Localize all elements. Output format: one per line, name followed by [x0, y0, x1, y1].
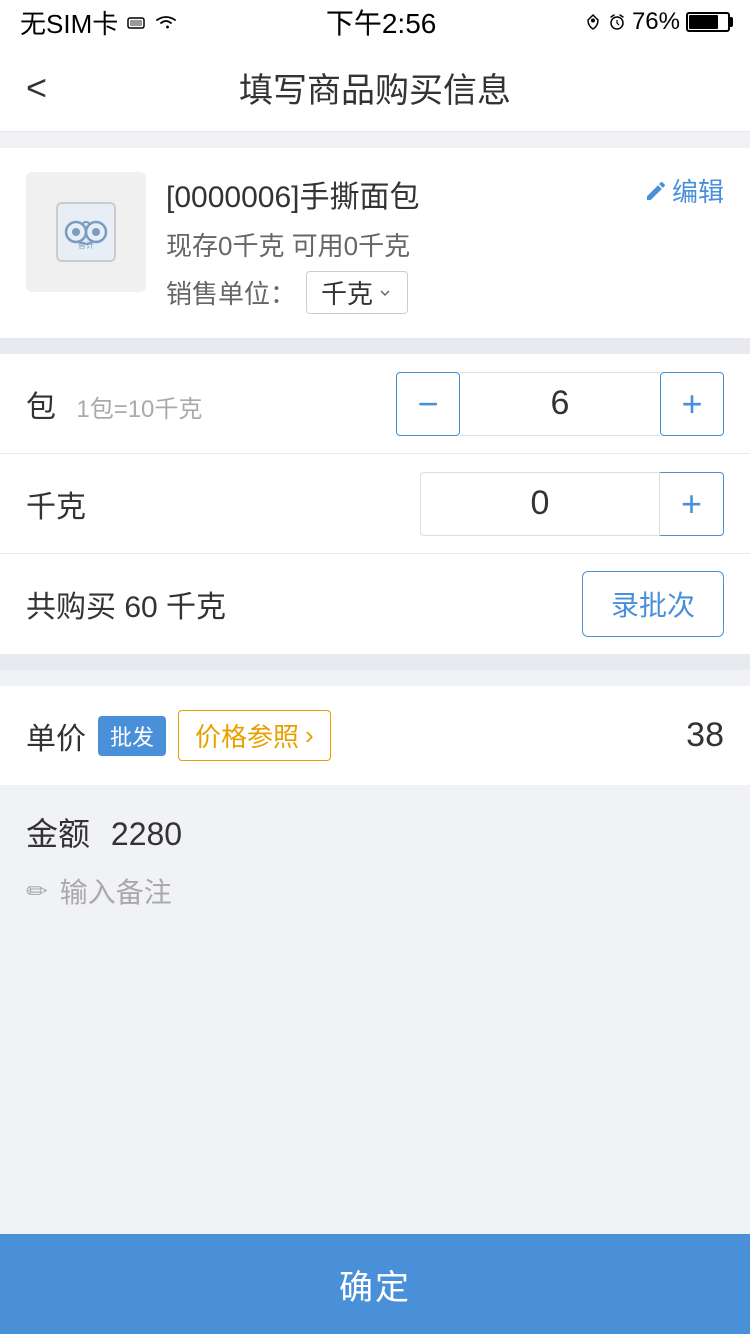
- chevron-down-icon: [377, 285, 393, 301]
- alarm-icon: [608, 13, 626, 31]
- status-bar: 无SIM卡 下午2:56 76%: [0, 0, 750, 44]
- price-ref-label: 价格参照: [195, 717, 299, 754]
- price-label-group: 单价 批发 价格参照 ›: [26, 710, 331, 761]
- amount-label: 金额: [26, 816, 90, 852]
- confirm-label: 确定: [339, 1260, 411, 1309]
- unit-selector[interactable]: 千克: [306, 271, 408, 314]
- status-left: 无SIM卡: [20, 4, 178, 41]
- nav-bar: < 填写商品购买信息: [0, 44, 750, 132]
- package-plus-button[interactable]: +: [660, 372, 724, 436]
- confirm-button[interactable]: 确定: [0, 1234, 750, 1334]
- price-value: 38: [686, 716, 724, 755]
- back-button[interactable]: <: [26, 67, 47, 109]
- price-section: 单价 批发 价格参照 › 38: [0, 686, 750, 785]
- edit-button[interactable]: 编辑: [644, 172, 724, 209]
- unit-label: 销售单位：: [166, 274, 296, 311]
- product-stock: 现存0千克 可用0千克: [166, 226, 724, 263]
- package-label: 包 1包=10千克: [26, 382, 396, 426]
- svg-text:智计: 智计: [78, 240, 94, 250]
- record-batch-button[interactable]: 录批次: [582, 571, 724, 637]
- price-label-text: 单价: [26, 714, 86, 758]
- price-ref-arrow: ›: [305, 720, 314, 751]
- edit-label: 编辑: [672, 172, 724, 209]
- status-right: 76%: [584, 8, 730, 36]
- page-title: 填写商品购买信息: [239, 63, 511, 112]
- unit-value: 千克: [321, 274, 373, 311]
- package-minus-button[interactable]: −: [396, 372, 460, 436]
- battery-percent: 76%: [632, 8, 680, 36]
- package-hint: 1包=10千克: [76, 396, 202, 423]
- amount-value: 2280: [111, 816, 182, 852]
- location-icon: [584, 13, 602, 31]
- total-row: 共购买 60 千克 录批次: [0, 554, 750, 654]
- separator-1: [0, 338, 750, 354]
- kg-qty-control: +: [420, 472, 724, 536]
- sim-icon: [126, 14, 146, 30]
- battery-icon: [686, 12, 730, 32]
- amount-row: 金额 2280: [26, 809, 724, 855]
- product-card: 智计 [0000006]手撕面包 编辑 现存0千克 可用0千克 销售单位： 千克: [0, 148, 750, 338]
- package-section: 包 1包=10千克 − + 千克 +: [0, 354, 750, 554]
- status-time: 下午2:56: [326, 2, 437, 42]
- edit-icon: [644, 179, 668, 203]
- total-text: 共购买 60 千克: [26, 582, 226, 626]
- price-ref-button[interactable]: 价格参照 ›: [178, 710, 331, 761]
- package-row: 包 1包=10千克 − +: [0, 354, 750, 454]
- kg-label: 千克: [26, 482, 420, 526]
- package-qty-control: − +: [396, 372, 724, 436]
- kg-plus-button[interactable]: +: [660, 472, 724, 536]
- battery-fill: [689, 15, 718, 29]
- product-name: [0000006]手撕面包: [166, 172, 419, 216]
- product-thumbnail: 智计: [26, 172, 146, 292]
- bottom-spacer: [0, 935, 750, 1035]
- remark-label: 输入备注: [60, 871, 172, 911]
- carrier-text: 无SIM卡: [20, 4, 118, 41]
- package-label-text: 包: [26, 391, 56, 424]
- separator-2: [0, 654, 750, 670]
- package-qty-input[interactable]: [460, 372, 660, 436]
- product-unit-row: 销售单位： 千克: [166, 271, 724, 314]
- remark-row[interactable]: ✏ 输入备注: [26, 871, 724, 911]
- kg-qty-input[interactable]: [420, 472, 660, 536]
- kg-row: 千克 +: [0, 454, 750, 554]
- wifi-icon: [154, 13, 178, 31]
- pencil-icon: ✏: [26, 876, 48, 907]
- product-logo: 智计: [56, 202, 116, 262]
- product-info: [0000006]手撕面包 编辑 现存0千克 可用0千克 销售单位： 千克: [166, 172, 724, 314]
- amount-section: 金额 2280 ✏ 输入备注: [0, 785, 750, 935]
- price-tag: 批发: [98, 716, 166, 756]
